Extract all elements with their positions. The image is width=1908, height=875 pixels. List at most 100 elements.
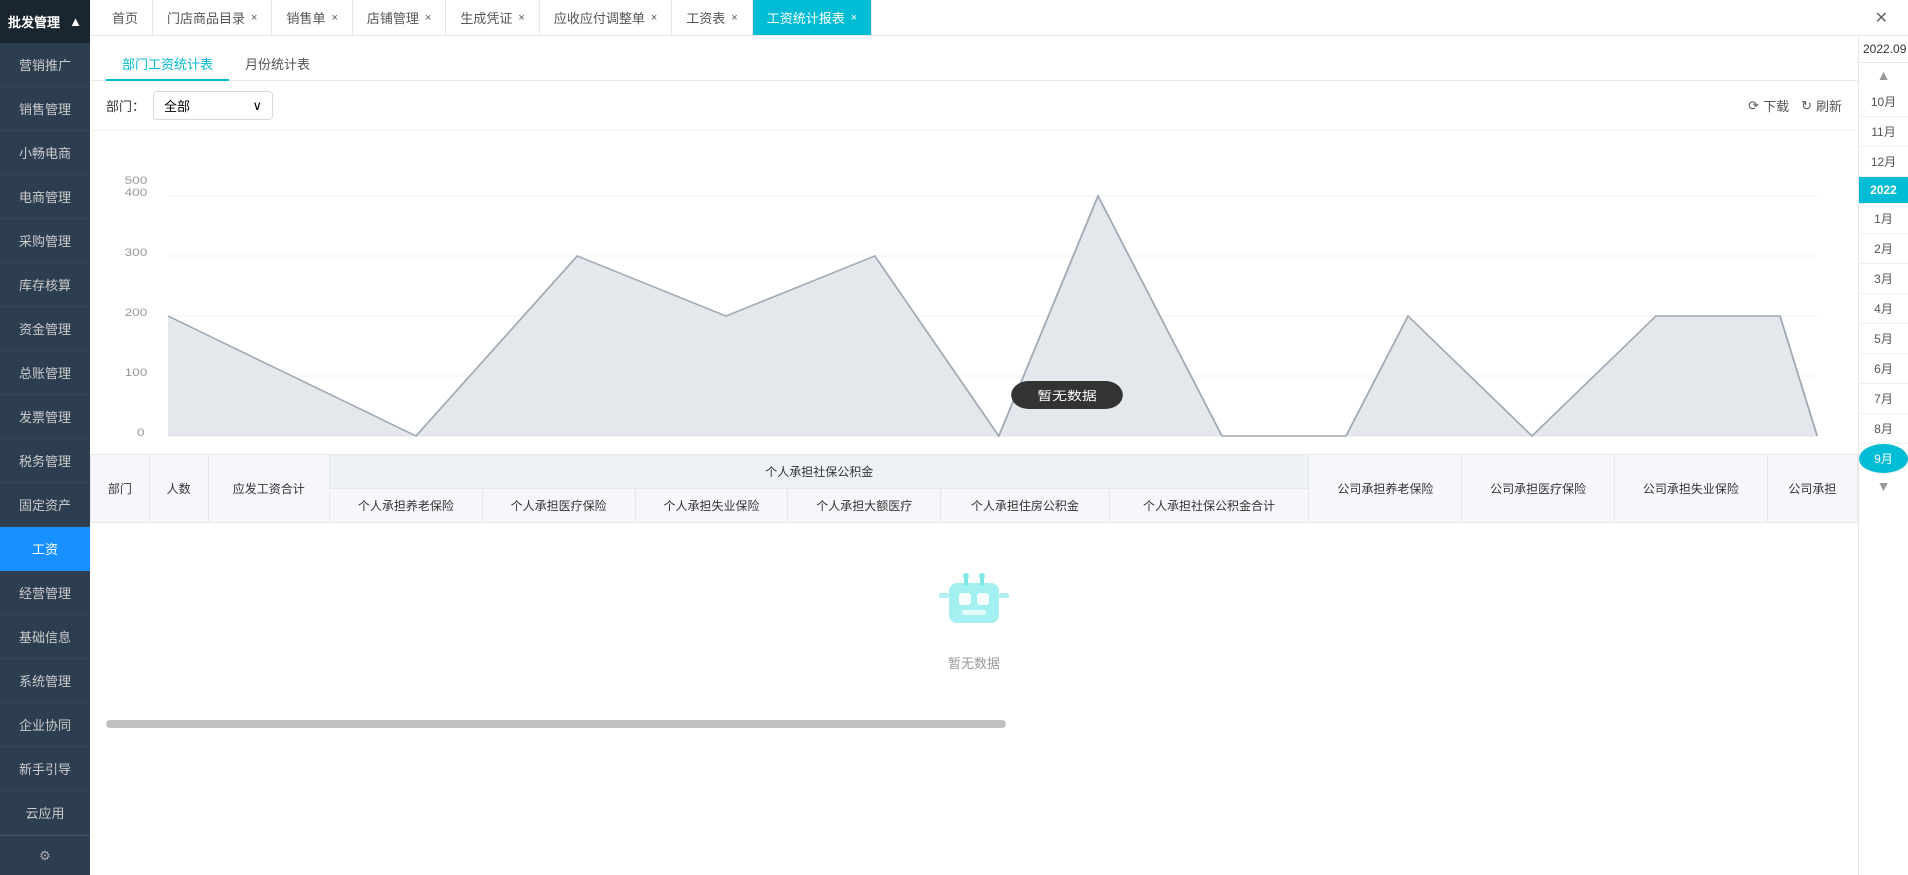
date-item-1[interactable]: 1月 <box>1859 204 1908 234</box>
sidebar-item-采购管理[interactable]: 采购管理 <box>0 219 90 263</box>
toolbar-right: ⟳ 下载 ↻ 刷新 <box>1748 96 1842 115</box>
page-content: 部门工资统计表月份统计表 部门： 全部 ∨ ⟳ 下载 <box>90 36 1858 875</box>
col-company-unemployment: 公司承担失业保险 <box>1615 455 1768 523</box>
sub-tabs: 部门工资统计表月份统计表 <box>90 36 1858 81</box>
sidebar-item-销售管理[interactable]: 销售管理 <box>0 87 90 131</box>
col-personal-large-medical: 个人承担大额医疗 <box>788 489 941 523</box>
sidebar: 批发管理 ▲ 营销推广销售管理小畅电商电商管理采购管理库存核算资金管理总账管理发… <box>0 0 90 875</box>
date-item-4[interactable]: 4月 <box>1859 294 1908 324</box>
toolbar-left: 部门： 全部 ∨ <box>106 91 273 120</box>
col-total-wage: 应发工资合计 <box>208 455 329 523</box>
date-item-3[interactable]: 3月 <box>1859 264 1908 294</box>
date-item-5[interactable]: 5月 <box>1859 324 1908 354</box>
sidebar-item-小畅电商[interactable]: 小畅电商 <box>0 131 90 175</box>
col-dept: 部门 <box>91 455 150 523</box>
settings-icon: ⚙ <box>39 848 51 863</box>
date-item-10[interactable]: 10月 <box>1859 87 1908 117</box>
sidebar-item-电商管理[interactable]: 电商管理 <box>0 175 90 219</box>
sidebar-title: 批发管理 <box>8 12 60 31</box>
sidebar-item-库存核算[interactable]: 库存核算 <box>0 263 90 307</box>
date-item-12[interactable]: 12月 <box>1859 147 1908 177</box>
tab-门店商品目录[interactable]: 门店商品目录× <box>153 0 272 36</box>
tab-首页[interactable]: 首页 <box>98 0 153 36</box>
svg-text:500: 500 <box>125 174 148 186</box>
sidebar-header[interactable]: 批发管理 ▲ <box>0 0 90 43</box>
empty-text: 暂无数据 <box>948 653 1000 672</box>
sidebar-footer-settings[interactable]: ⚙ <box>0 835 90 875</box>
date-item-7[interactable]: 7月 <box>1859 384 1908 414</box>
dept-label: 部门： <box>106 96 145 115</box>
tab-销售单[interactable]: 销售单× <box>272 0 352 36</box>
data-table: 部门 人数 应发工资合计 个人承担社保公积金 公司承担养老保险 公司承担医疗保险… <box>90 454 1858 523</box>
dept-dropdown-icon: ∨ <box>253 98 263 114</box>
sidebar-item-云应用[interactable]: 云应用 <box>0 791 90 835</box>
refresh-button[interactable]: ↻ 刷新 <box>1801 96 1842 115</box>
tab-close-工资统计报表[interactable]: × <box>851 12 857 24</box>
chart-svg: 0 100 200 300 400 500 <box>106 141 1842 441</box>
sidebar-item-固定资产[interactable]: 固定资产 <box>0 483 90 527</box>
svg-text:暂无数据: 暂无数据 <box>1037 389 1096 402</box>
table-wrapper: 部门 人数 应发工资合计 个人承担社保公积金 公司承担养老保险 公司承担医疗保险… <box>90 454 1858 875</box>
tab-应收应付调整单[interactable]: 应收应付调整单× <box>540 0 672 36</box>
tab-工资表[interactable]: 工资表× <box>672 0 752 36</box>
col-personal-pension: 个人承担养老保险 <box>329 489 482 523</box>
col-group-personal: 个人承担社保公积金 <box>329 455 1308 489</box>
tab-close-应收应付调整单[interactable]: × <box>651 12 657 24</box>
svg-text:300: 300 <box>125 246 148 258</box>
date-panel-current[interactable]: 2022.09 <box>1859 36 1908 63</box>
date-item-2[interactable]: 2月 <box>1859 234 1908 264</box>
sidebar-item-营销推广[interactable]: 营销推广 <box>0 43 90 87</box>
sub-tab-部门工资统计表[interactable]: 部门工资统计表 <box>106 48 229 81</box>
sidebar-item-经营管理[interactable]: 经营管理 <box>0 571 90 615</box>
download-icon: ⟳ <box>1748 98 1759 114</box>
sub-tab-月份统计表[interactable]: 月份统计表 <box>229 48 326 81</box>
sidebar-item-总账管理[interactable]: 总账管理 <box>0 351 90 395</box>
svg-text:400: 400 <box>125 186 148 198</box>
tab-close-工资表[interactable]: × <box>731 12 737 24</box>
sidebar-collapse-icon: ▲ <box>69 14 82 29</box>
col-company-more: 公司承担 <box>1767 455 1857 523</box>
sidebar-item-基础信息[interactable]: 基础信息 <box>0 615 90 659</box>
date-item-11[interactable]: 11月 <box>1859 117 1908 147</box>
download-button[interactable]: ⟳ 下载 <box>1748 96 1789 115</box>
main-area: 首页门店商品目录×销售单×店铺管理×生成凭证×应收应付调整单×工资表×工资统计报… <box>90 0 1908 875</box>
date-item-6[interactable]: 6月 <box>1859 354 1908 384</box>
tab-bar-end: ✕ <box>1871 6 1900 30</box>
tab-生成凭证[interactable]: 生成凭证× <box>446 0 539 36</box>
sidebar-item-工资[interactable]: 工资 <box>0 527 90 571</box>
tab-工资统计报表[interactable]: 工资统计报表× <box>753 0 872 36</box>
horizontal-scrollbar[interactable] <box>106 720 1006 728</box>
dept-value: 全部 <box>164 96 190 115</box>
sidebar-item-新手引导[interactable]: 新手引导 <box>0 747 90 791</box>
svg-text:200: 200 <box>125 306 148 318</box>
toolbar: 部门： 全部 ∨ ⟳ 下载 ↻ 刷新 <box>90 81 1858 131</box>
date-year-2022[interactable]: 2022 <box>1859 177 1908 204</box>
refresh-icon: ↻ <box>1801 98 1812 114</box>
empty-robot-icon <box>934 563 1014 643</box>
date-nav-down[interactable]: ▼ <box>1859 474 1908 498</box>
tab-close-店铺管理[interactable]: × <box>425 12 431 24</box>
tab-店铺管理[interactable]: 店铺管理× <box>353 0 446 36</box>
col-personal-medical: 个人承担医疗保险 <box>482 489 635 523</box>
close-all-button[interactable]: ✕ <box>1871 6 1892 30</box>
sidebar-item-税务管理[interactable]: 税务管理 <box>0 439 90 483</box>
sidebar-item-发票管理[interactable]: 发票管理 <box>0 395 90 439</box>
col-count: 人数 <box>149 455 208 523</box>
dept-select[interactable]: 全部 ∨ <box>153 91 273 120</box>
svg-text:0: 0 <box>137 426 145 438</box>
date-nav-up[interactable]: ▲ <box>1859 63 1908 87</box>
chart-wrapper: 0 100 200 300 400 500 <box>90 131 1858 454</box>
col-personal-housing: 个人承担住房公积金 <box>941 489 1109 523</box>
col-company-medical: 公司承担医疗保险 <box>1462 455 1615 523</box>
content-area: 部门工资统计表月份统计表 部门： 全部 ∨ ⟳ 下载 <box>90 36 1908 875</box>
sidebar-item-资金管理[interactable]: 资金管理 <box>0 307 90 351</box>
sidebar-item-企业协同[interactable]: 企业协同 <box>0 703 90 747</box>
date-item-9[interactable]: 9月 <box>1859 444 1908 474</box>
date-item-8[interactable]: 8月 <box>1859 414 1908 444</box>
sidebar-item-系统管理[interactable]: 系统管理 <box>0 659 90 703</box>
tab-close-生成凭证[interactable]: × <box>518 12 524 24</box>
tab-close-门店商品目录[interactable]: × <box>251 12 257 24</box>
tab-close-销售单[interactable]: × <box>331 12 337 24</box>
date-panel: 2022.09 ▲ 10月 11月 12月 2022 1月 2月 3月 4月 5… <box>1858 36 1908 875</box>
svg-text:100: 100 <box>125 366 148 378</box>
